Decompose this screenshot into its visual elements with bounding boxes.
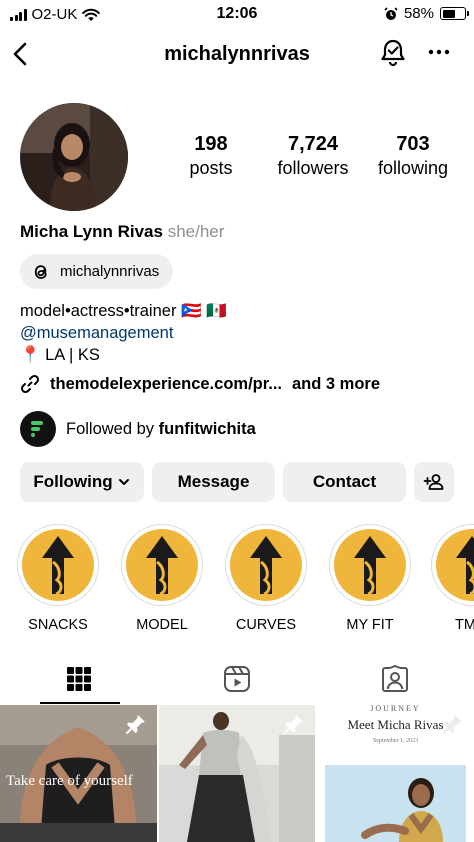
status-bar: O2-UK 12:06 58% [0,0,474,28]
tab-posts-grid[interactable] [0,652,158,705]
following-button[interactable]: Following [20,462,144,502]
tab-reels[interactable] [158,652,316,705]
post-thumbnail[interactable]: Take care of yourself [0,705,157,842]
bio-line: model•actress•trainer 🇵🇷 🇲🇽 [20,302,227,320]
highlight-clip: TM [430,524,474,644]
followed-by-row[interactable]: Followed by funfitwichita [20,411,256,447]
battery-level [442,9,455,18]
chevron-down-icon [118,479,129,485]
battery-icon [440,7,469,20]
highlight-cover [121,524,203,606]
story-highlight[interactable]: CURVES [224,524,308,633]
message-button[interactable]: Message [152,462,275,502]
highlight-arrow-logo-icon [230,529,302,601]
avatar-photo [20,103,128,211]
reels-icon [224,665,250,692]
add-person-icon [423,474,444,490]
following-label: following [377,158,449,178]
following-stat[interactable]: 703 following [374,133,452,179]
pronouns: she/her [167,222,225,241]
profile-tabs [0,652,474,705]
highlight-cover [329,524,411,606]
link-icon [20,374,40,394]
bio-mention-link[interactable]: @musemanagement [20,322,227,344]
highlight-arrow-logo-icon [436,529,474,601]
highlight-label: MODEL [136,617,188,633]
bio-location: 📍 LA | KS [20,346,100,364]
posts-stat[interactable]: 198 posts [178,133,244,179]
pin-icon [284,715,303,734]
followers-label: followers [277,158,349,178]
external-links-row[interactable]: themodelexperience.com/pr... and 3 more [20,374,380,394]
highlight-arrow-logo-icon [126,529,198,601]
notifications-bell-icon[interactable] [378,37,408,69]
post-image [325,765,466,842]
following-count: 703 [396,133,430,155]
profile-avatar[interactable] [20,103,128,211]
active-tab-indicator [40,702,120,704]
link-more[interactable]: and 3 more [292,375,380,394]
battery-percent: 58% [403,5,434,22]
profile-header-bar: michalynnrivas [0,32,474,76]
link-url[interactable]: themodelexperience.com/pr... [50,375,282,394]
follower-avatar [20,411,56,447]
pin-icon [126,715,145,734]
story-highlight[interactable]: MY FIT [328,524,412,633]
post-thumbnail[interactable] [159,705,315,842]
highlight-label: MY FIT [346,617,394,633]
alarm-icon [384,6,398,20]
highlight-cover [431,524,474,606]
contact-button[interactable]: Contact [283,462,406,502]
post-thumbnail[interactable]: JOURNEY Meet Micha Rivas September 1, 20… [317,705,474,842]
message-button-label: Message [177,472,250,491]
posts-count: 198 [194,133,228,155]
followed-by-user: funfitwichita [158,419,256,438]
threads-badge[interactable]: michalynnrivas [20,254,174,289]
display-name: Micha Lynn Rivas [20,222,163,241]
following-button-label: Following [33,472,113,491]
highlight-cover [17,524,99,606]
followers-stat[interactable]: 7,724 followers [272,133,354,179]
followed-by-prefix: Followed by [66,419,155,438]
suggested-users-button[interactable] [414,462,454,502]
post-date: September 1, 2023 [372,738,419,744]
highlight-label: SNACKS [28,617,88,633]
highlight-arrow-logo-icon [22,529,94,601]
threads-icon [34,264,47,279]
story-highlight[interactable]: TM [430,524,474,633]
story-highlight[interactable]: MODEL [120,524,204,633]
post-journey-label: JOURNEY [370,705,421,713]
tab-tagged[interactable] [316,652,474,705]
tagged-icon [382,664,408,692]
more-options-icon[interactable] [426,38,452,66]
pin-icon [443,715,462,734]
highlight-label: TM [455,617,474,633]
story-highlight[interactable]: SNACKS [16,524,100,633]
funfit-logo-icon [31,421,43,437]
posts-grid: Take care of yourself JOURNEY Meet Micha… [0,705,474,842]
followers-count: 7,724 [287,133,339,155]
highlight-cover [225,524,307,606]
bio: model•actress•trainer 🇵🇷 🇲🇽 @musemanagem… [20,300,227,366]
name-row: Micha Lynn Rivas she/her [20,222,224,242]
highlight-label: CURVES [235,617,297,633]
contact-button-label: Contact [312,472,377,491]
threads-handle: michalynnrivas [60,263,160,280]
status-right: 58% [384,5,469,22]
grid-icon [67,666,91,691]
post-caption: Take care of yourself [6,773,133,789]
highlight-arrow-logo-icon [334,529,406,601]
posts-label: posts [189,158,233,178]
